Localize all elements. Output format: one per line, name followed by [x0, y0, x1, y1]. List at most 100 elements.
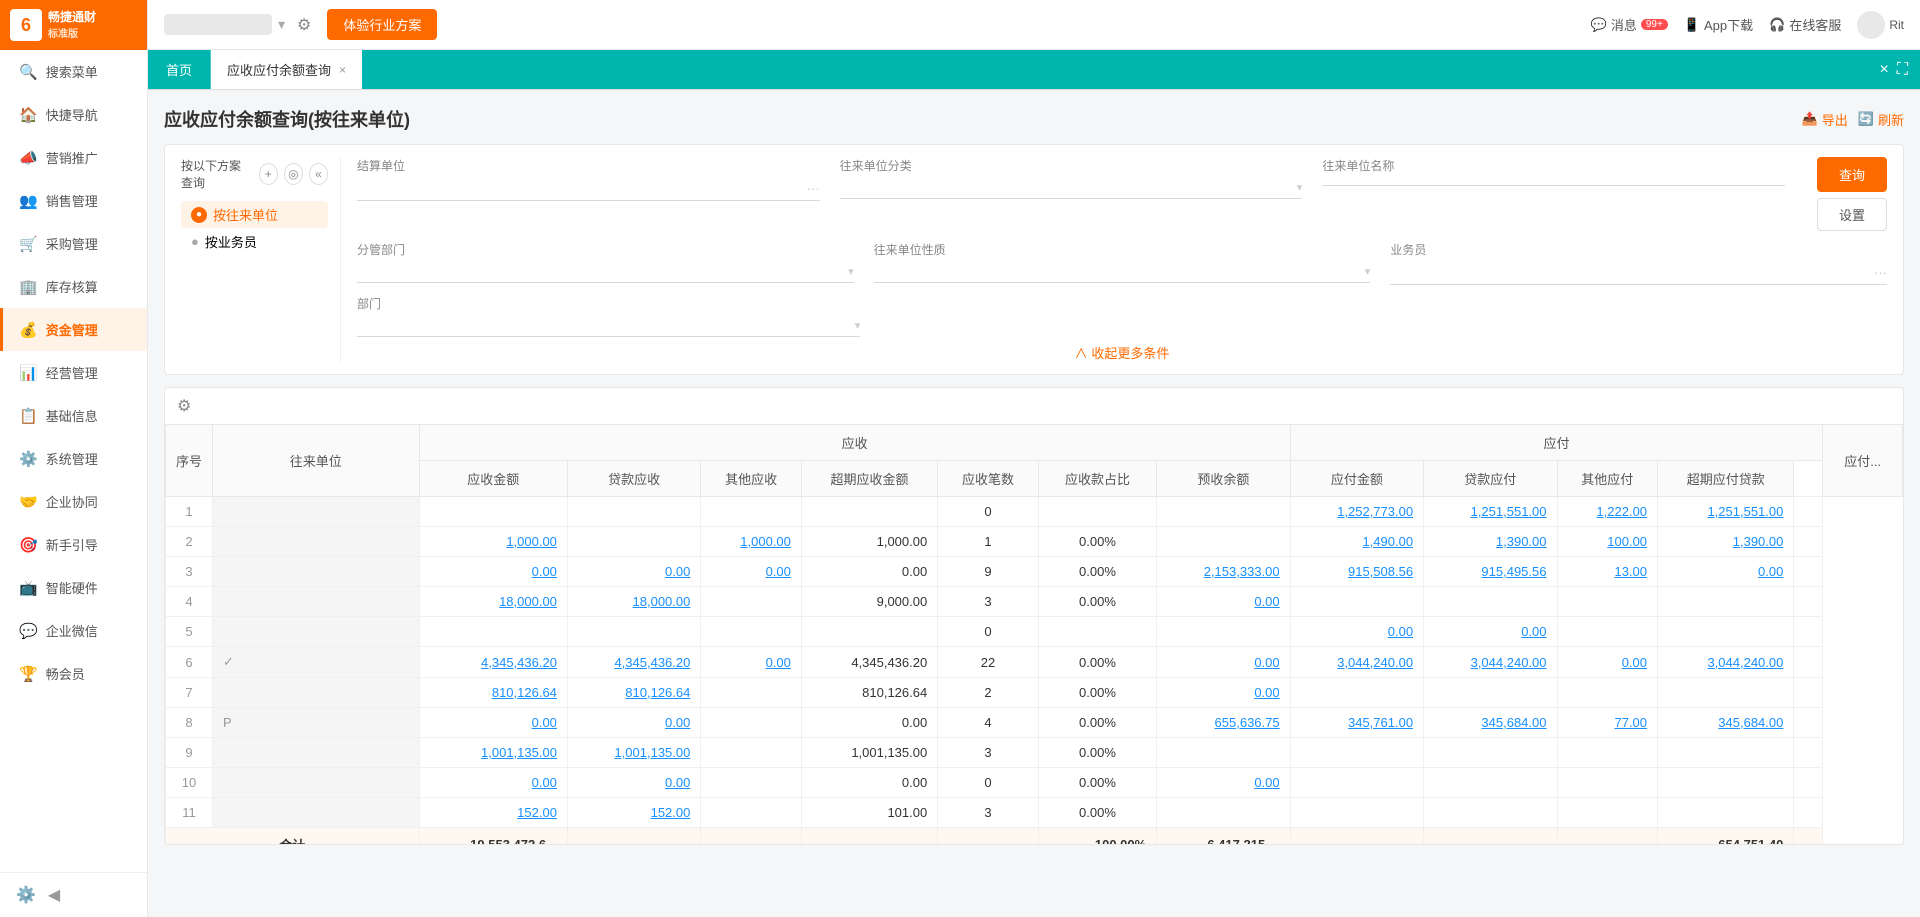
- scheme-add-btn[interactable]: +: [259, 163, 278, 185]
- more-conditions-btn[interactable]: ∧ 收起更多条件: [357, 343, 1887, 362]
- table-settings-icon[interactable]: ⚙: [177, 398, 191, 415]
- sidebar-item-operations[interactable]: 📊 经营管理: [0, 351, 147, 394]
- cell-link[interactable]: 810,126.64: [492, 685, 557, 700]
- cell-link[interactable]: 1,251,551.00: [1707, 504, 1783, 519]
- cell-link[interactable]: 1,251,551.00: [1471, 504, 1547, 519]
- promo-button[interactable]: 体验行业方案: [327, 9, 437, 40]
- cell-link[interactable]: 0.00: [766, 564, 791, 579]
- sidebar-item-enterprise[interactable]: 🤝 企业协同: [0, 480, 147, 523]
- cell-link[interactable]: 18,000.00: [499, 594, 557, 609]
- cell-link[interactable]: 0.00: [665, 775, 690, 790]
- sidebar-item-purchase[interactable]: 🛒 采购管理: [0, 222, 147, 265]
- sidebar-item-sales[interactable]: 👥 销售管理: [0, 179, 147, 222]
- cell-link[interactable]: 4,345,436.20: [481, 655, 557, 670]
- app-download-item[interactable]: 📱 App下载: [1684, 15, 1753, 34]
- cell-link[interactable]: 0.00: [1254, 594, 1279, 609]
- partner-name-input[interactable]: [1322, 177, 1785, 186]
- sidebar-label-enterprise: 企业协同: [46, 492, 98, 511]
- cell-link[interactable]: 0.00: [1521, 624, 1546, 639]
- cell-link[interactable]: 152.00: [651, 805, 691, 820]
- tab-home[interactable]: 首页: [148, 50, 211, 89]
- cell-link[interactable]: 655,636.75: [1215, 715, 1280, 730]
- sidebar-item-search-menu[interactable]: 🔍 搜索菜单: [0, 50, 147, 93]
- sidebar-item-system[interactable]: ⚙️ 系统管理: [0, 437, 147, 480]
- sidebar-settings-icon[interactable]: ⚙️: [16, 885, 36, 905]
- cell-link[interactable]: 1,490.00: [1362, 534, 1413, 549]
- cell-link[interactable]: 915,508.56: [1348, 564, 1413, 579]
- dept-input[interactable]: ▾: [357, 315, 860, 337]
- partner-nature-input[interactable]: ▾: [874, 261, 1371, 283]
- tab-active[interactable]: 应收应付余额查询 ×: [211, 50, 362, 89]
- refresh-button[interactable]: 🔄 刷新: [1858, 110, 1904, 129]
- cell-link[interactable]: 0.00: [1254, 775, 1279, 790]
- sidebar-item-wechat[interactable]: 💬 企业微信: [0, 609, 147, 652]
- breadcrumb-expand-icon[interactable]: ▾: [278, 16, 285, 33]
- cell-link[interactable]: 810,126.64: [625, 685, 690, 700]
- cell-link[interactable]: 1,390.00: [1496, 534, 1547, 549]
- cell-link[interactable]: 0.00: [1622, 655, 1647, 670]
- cell-link[interactable]: 3,044,240.00: [1471, 655, 1547, 670]
- cell-link[interactable]: 100.00: [1607, 534, 1647, 549]
- total-receivable-amount[interactable]: 19,553,472,6...: [419, 828, 567, 845]
- cell-link[interactable]: 2,153,333.00: [1204, 564, 1280, 579]
- cell-link[interactable]: 0.00: [532, 775, 557, 790]
- total-overdue-receivable: [801, 828, 937, 845]
- cell-link[interactable]: 0.00: [1388, 624, 1413, 639]
- cell-link[interactable]: 0.00: [665, 715, 690, 730]
- cell-link[interactable]: 1,001,135.00: [481, 745, 557, 760]
- total-prepay-balance[interactable]: 6,417,215....: [1157, 828, 1290, 845]
- message-item[interactable]: 💬 消息 99+: [1591, 15, 1668, 34]
- partner-category-input[interactable]: ▾: [840, 177, 1303, 199]
- scheme-item-by-partner[interactable]: ● 按往来单位: [181, 201, 328, 228]
- cell-link[interactable]: 0.00: [532, 715, 557, 730]
- cell-link[interactable]: 0.00: [766, 655, 791, 670]
- online-service-item[interactable]: 🎧 在线客服: [1769, 15, 1841, 34]
- cell-link[interactable]: 0.00: [1254, 685, 1279, 700]
- cell-link[interactable]: 1,222.00: [1596, 504, 1647, 519]
- cell-link[interactable]: 13.00: [1614, 564, 1647, 579]
- user-item[interactable]: Rit: [1857, 11, 1904, 39]
- sidebar-item-quick-nav[interactable]: 🏠 快捷导航: [0, 93, 147, 136]
- cell-link[interactable]: 1,390.00: [1733, 534, 1784, 549]
- cell-link[interactable]: 345,761.00: [1348, 715, 1413, 730]
- query-button[interactable]: 查询: [1817, 157, 1887, 192]
- sidebar-item-basics[interactable]: 📋 基础信息: [0, 394, 147, 437]
- setting-button[interactable]: 设置: [1817, 198, 1887, 231]
- cell-link[interactable]: 915,495.56: [1481, 564, 1546, 579]
- export-button[interactable]: 📤 导出: [1802, 110, 1848, 129]
- sidebar-item-inventory[interactable]: 🏢 库存核算: [0, 265, 147, 308]
- cell-link[interactable]: 152.00: [517, 805, 557, 820]
- cell-link[interactable]: 0.00: [1758, 564, 1783, 579]
- cell-link[interactable]: 1,001,135.00: [614, 745, 690, 760]
- cell-link[interactable]: 1,000.00: [506, 534, 557, 549]
- cell-link[interactable]: 1,252,773.00: [1337, 504, 1413, 519]
- cell-link[interactable]: 0.00: [665, 564, 690, 579]
- scheme-collapse-btn[interactable]: «: [309, 163, 328, 185]
- cell-link[interactable]: 77.00: [1614, 715, 1647, 730]
- sidebar-item-member[interactable]: 🏆 畅会员: [0, 652, 147, 695]
- window-close-icon[interactable]: ×: [1879, 61, 1888, 79]
- salesman-input[interactable]: ···: [1390, 261, 1887, 285]
- sidebar-collapse-icon[interactable]: ◀: [48, 885, 60, 905]
- scheme-item-by-staff[interactable]: ● 按业务员: [181, 228, 328, 255]
- sidebar-item-guide[interactable]: 🎯 新手引导: [0, 523, 147, 566]
- sidebar-item-finance[interactable]: 💰 资金管理: [0, 308, 147, 351]
- gear-icon[interactable]: ⚙: [297, 15, 311, 35]
- settlement-unit-input[interactable]: ···: [357, 177, 820, 201]
- sidebar-item-hardware[interactable]: 📺 智能硬件: [0, 566, 147, 609]
- dept-manager-input[interactable]: ▾: [357, 261, 854, 283]
- window-expand-icon[interactable]: ⛶: [1897, 61, 1908, 79]
- sidebar-item-marketing[interactable]: 📣 营销推广: [0, 136, 147, 179]
- cell-link[interactable]: 3,044,240.00: [1707, 655, 1783, 670]
- cell-link[interactable]: 0.00: [1254, 655, 1279, 670]
- cell-link[interactable]: 0.00: [532, 564, 557, 579]
- scheme-edit-btn[interactable]: ◎: [284, 163, 303, 185]
- table-scroll[interactable]: 序号 往来单位 应收 应付 应付... 应收金额 贷款应收 其他应收 超期应收金…: [165, 424, 1903, 844]
- cell-link[interactable]: 3,044,240.00: [1337, 655, 1413, 670]
- cell-link[interactable]: 18,000.00: [633, 594, 691, 609]
- cell-link[interactable]: 345,684.00: [1718, 715, 1783, 730]
- cell-link[interactable]: 345,684.00: [1481, 715, 1546, 730]
- cell-link[interactable]: 4,345,436.20: [614, 655, 690, 670]
- cell-link[interactable]: 1,000.00: [740, 534, 791, 549]
- tab-close-icon[interactable]: ×: [339, 63, 346, 77]
